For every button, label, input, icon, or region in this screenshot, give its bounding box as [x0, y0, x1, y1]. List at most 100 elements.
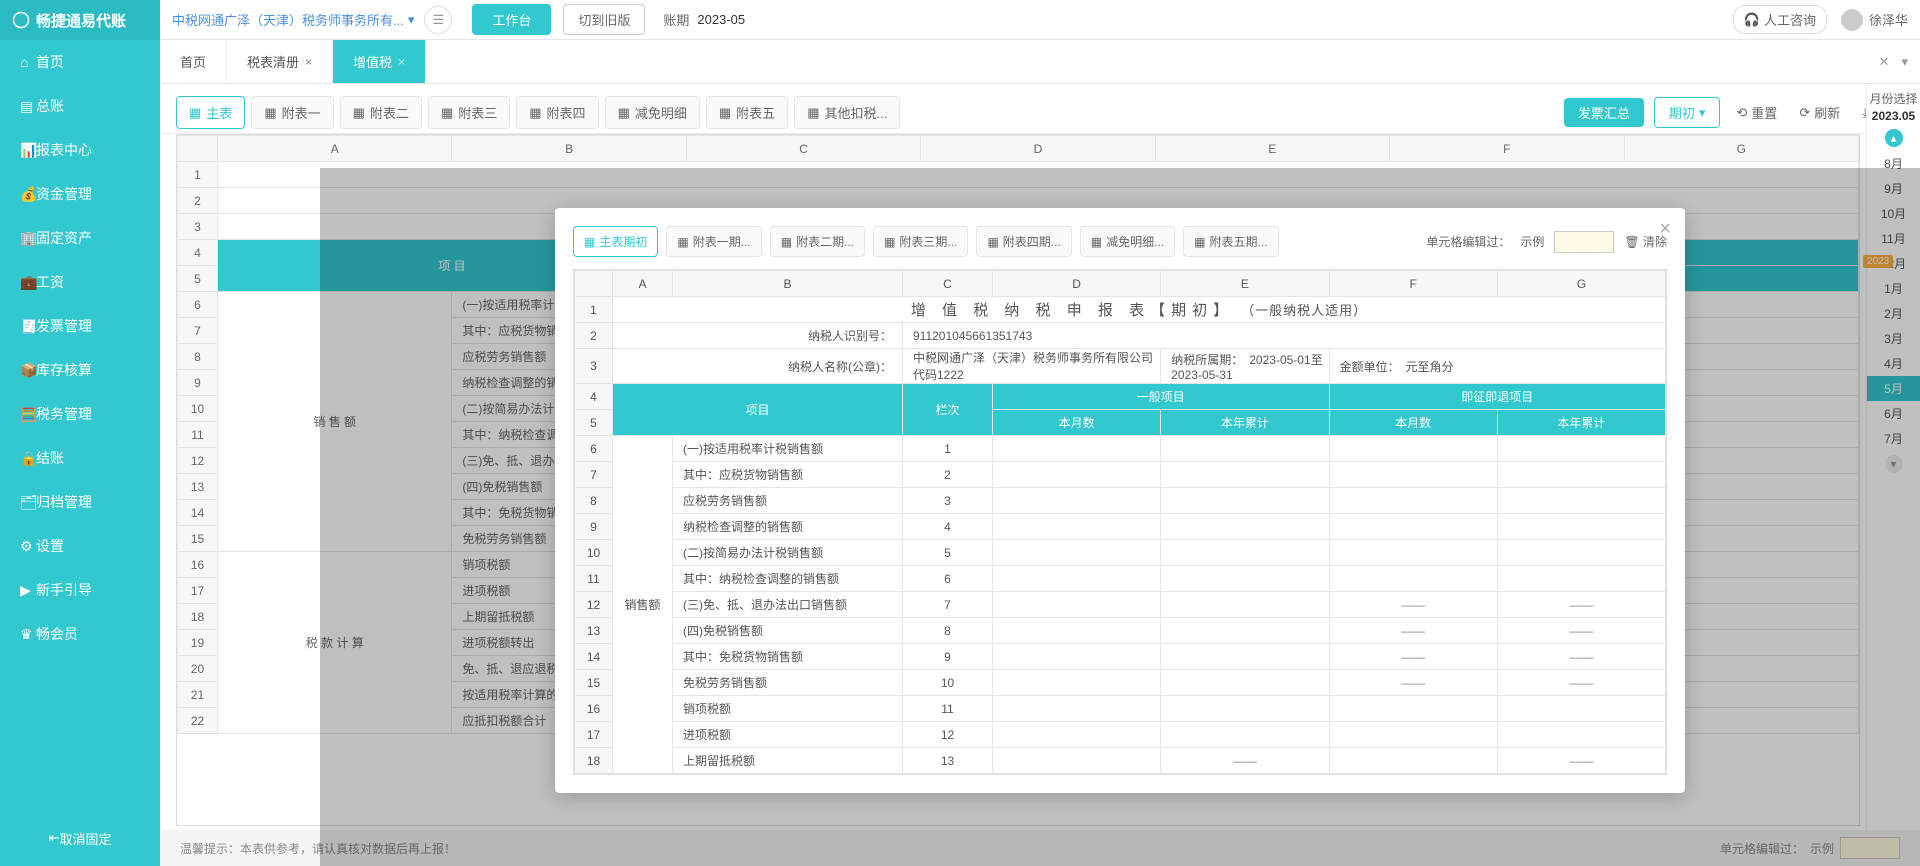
sheet-icon: ▦: [529, 105, 541, 121]
sheet-icon: ▦: [264, 105, 276, 121]
brand-logo: 畅捷通易代账: [0, 0, 160, 40]
sheet-icon: ▦: [584, 235, 595, 249]
refresh-button[interactable]: ⟳刷新: [1793, 98, 1846, 127]
refresh-icon: ⟳: [1799, 105, 1810, 121]
date-button[interactable]: ☰: [424, 6, 452, 34]
nav-icon: ⌂: [20, 54, 36, 70]
sub-tab-1[interactable]: ▦附表一: [251, 96, 333, 129]
caret-down-icon: ▾: [408, 12, 415, 28]
sheet-icon: ▦: [719, 105, 731, 121]
caret-down-icon: ▾: [1699, 105, 1706, 121]
page-tab-2[interactable]: 增值税×: [333, 40, 426, 83]
nav-icon: ▶: [20, 582, 36, 599]
modal-tab-3[interactable]: ▦附表三期...: [873, 226, 968, 257]
more-tabs-icon[interactable]: ▾: [1901, 54, 1908, 70]
sub-tab-0[interactable]: ▦主表: [176, 96, 245, 129]
sub-tab-4[interactable]: ▦附表四: [516, 96, 598, 129]
month-rail-title: 月份选择: [1869, 90, 1917, 107]
period-value[interactable]: 2023-05: [697, 12, 745, 27]
nav-item-13[interactable]: ♛畅会员: [0, 612, 160, 656]
switch-old-button[interactable]: 切到旧版: [563, 4, 645, 35]
nav-icon: 📦: [20, 362, 36, 379]
sheet-icon: ▦: [1091, 235, 1102, 249]
nav-item-4[interactable]: 🏢固定资产: [0, 216, 160, 260]
avatar: [1841, 9, 1863, 31]
page-tab-1[interactable]: 税表清册×: [227, 40, 333, 83]
nav-item-8[interactable]: 🧮税务管理: [0, 392, 160, 436]
topbar: 中税网通广泽（天津）税务师事务所有...▾ ☰ 工作台 切到旧版 账期 2023…: [160, 0, 1920, 40]
modal-close-button[interactable]: ×: [1659, 218, 1671, 241]
sheet-icon: ▦: [807, 105, 819, 121]
nav-icon: 🔒: [20, 450, 36, 467]
modal-sheet: ABCDEFG1增 值 税 纳 税 申 报 表【期初】 （一般纳税人适用）2纳税…: [573, 269, 1667, 775]
workbench-button[interactable]: 工作台: [472, 4, 551, 35]
reset-button[interactable]: ⟲重置: [1730, 98, 1783, 127]
nav-icon: ♛: [20, 626, 36, 643]
tab-close-icon[interactable]: ×: [398, 55, 405, 69]
page-tabs: 首页税表清册×增值税× ✕ ▾: [160, 40, 1920, 84]
nav-item-9[interactable]: 🔒结账: [0, 436, 160, 480]
company-selector[interactable]: 中税网通广泽（天津）税务师事务所有...▾: [172, 10, 414, 29]
tab-close-icon[interactable]: ×: [305, 55, 312, 69]
sidebar: 畅捷通易代账 ⌂首页▤总账📊报表中心💰资金管理🏢固定资产💼工资🧾发票管理📦库存核…: [0, 0, 160, 866]
sheet-icon: ▦: [1194, 235, 1205, 249]
sub-tab-2[interactable]: ▦附表二: [340, 96, 422, 129]
sub-tabs: ▦主表▦附表一▦附表二▦附表三▦附表四▦减免明细▦附表五▦其他扣税... 发票汇…: [160, 84, 1920, 134]
modal-tab-4[interactable]: ▦附表四期...: [976, 226, 1071, 257]
sub-tab-3[interactable]: ▦附表三: [428, 96, 510, 129]
content: ▦主表▦附表一▦附表二▦附表三▦附表四▦减免明细▦附表五▦其他扣税... 发票汇…: [160, 84, 1920, 866]
sub-tab-7[interactable]: ▦其他扣税...: [794, 96, 900, 129]
nav-icon: 🧮: [20, 406, 36, 423]
nav-item-11[interactable]: ⚙设置: [0, 524, 160, 568]
sheet-icon: ▦: [189, 105, 201, 121]
nav-item-6[interactable]: 🧾发票管理: [0, 304, 160, 348]
brand-icon: [12, 11, 30, 29]
nav-icon: 🗂: [20, 494, 36, 511]
nav-item-0[interactable]: ⌂首页: [0, 40, 160, 84]
nav-icon: 💰: [20, 186, 36, 203]
sheet-icon: ▦: [987, 235, 998, 249]
month-scroll-up[interactable]: ▴: [1885, 129, 1903, 147]
sheet-icon: ▦: [884, 235, 895, 249]
modal-tab-1[interactable]: ▦附表一期...: [666, 226, 761, 257]
nav-icon: ⚙: [20, 538, 36, 555]
modal-tab-5[interactable]: ▦减免明细...: [1080, 226, 1175, 257]
calendar-icon: ☰: [433, 12, 445, 28]
modal-example-input[interactable]: [1554, 231, 1614, 253]
pin-icon: ⇤: [49, 830, 60, 846]
nav-item-10[interactable]: 🗂归档管理: [0, 480, 160, 524]
close-tab-icon[interactable]: ✕: [1879, 54, 1890, 70]
nav-icon: ▤: [20, 98, 36, 115]
consult-button[interactable]: 🎧 人工咨询: [1733, 5, 1827, 34]
sheet-icon: ▦: [677, 235, 688, 249]
sub-tab-5[interactable]: ▦减免明细: [605, 96, 700, 129]
user-menu[interactable]: 徐泽华: [1841, 9, 1908, 31]
nav-item-7[interactable]: 📦库存核算: [0, 348, 160, 392]
sheet-icon: ▦: [353, 105, 365, 121]
modal-tab-6[interactable]: ▦附表五期...: [1183, 226, 1278, 257]
nav-item-1[interactable]: ▤总账: [0, 84, 160, 128]
nav-item-5[interactable]: 💼工资: [0, 260, 160, 304]
modal-tab-2[interactable]: ▦附表二期...: [770, 226, 865, 257]
modal-tabs: ▦主表期初 ▦附表一期... ▦附表二期... ▦附表三期... ▦附表四期... ▦减免…: [555, 208, 1685, 265]
sheet-icon: ▦: [618, 105, 630, 121]
month-rail-year: 2023.05: [1872, 109, 1915, 123]
period-initial-modal: × ▦主表期初▦附表一期...▦附表二期...▦附表三期...▦附表四期...▦…: [555, 208, 1685, 793]
modal-tab-0[interactable]: ▦主表期初: [573, 226, 658, 257]
page-tab-0[interactable]: 首页: [160, 40, 227, 83]
nav-item-12[interactable]: ▶新手引导: [0, 568, 160, 612]
headset-icon: 🎧: [1744, 12, 1760, 28]
sheet-icon: ▦: [781, 235, 792, 249]
sheet-icon: ▦: [441, 105, 453, 121]
nav-icon: 📊: [20, 142, 36, 159]
period-initial-button[interactable]: 期初▾: [1654, 97, 1721, 128]
unpin-button[interactable]: ⇤ 取消固定: [0, 820, 160, 856]
invoice-summary-button[interactable]: 发票汇总: [1564, 98, 1644, 127]
sub-tab-6[interactable]: ▦附表五: [706, 96, 788, 129]
nav-item-3[interactable]: 💰资金管理: [0, 172, 160, 216]
reset-icon: ⟲: [1736, 105, 1747, 121]
nav-icon: 🏢: [20, 230, 36, 247]
period-label: 账期: [663, 10, 689, 29]
nav-item-2[interactable]: 📊报表中心: [0, 128, 160, 172]
nav-icon: 💼: [20, 274, 36, 291]
